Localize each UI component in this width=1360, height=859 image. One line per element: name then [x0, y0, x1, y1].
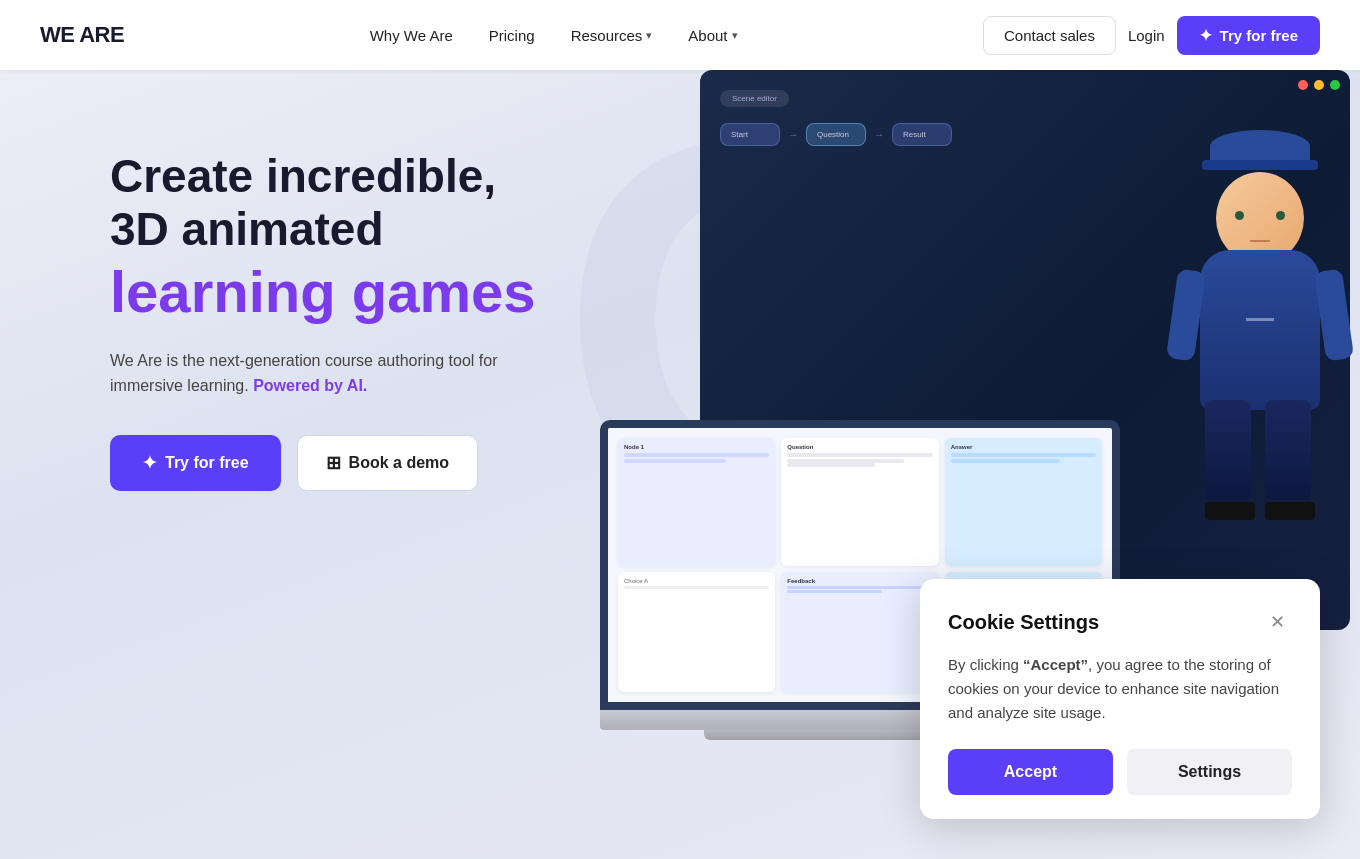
logo[interactable]: WE ARe — [40, 22, 124, 48]
canvas-card: Answer — [945, 438, 1102, 566]
nav-links: Why We Are Pricing Resources ▾ About ▾ — [370, 27, 738, 44]
flow-node: Start — [720, 123, 780, 146]
contact-sales-button[interactable]: Contact sales — [983, 16, 1116, 55]
hero-title-line2: learning games — [110, 260, 560, 324]
chevron-down-icon: ▾ — [732, 29, 738, 42]
cookie-body: By clicking “Accept”, you agree to the s… — [948, 653, 1292, 725]
hero-content: Create incredible, 3D animated learning … — [0, 70, 560, 531]
cookie-header: Cookie Settings ✕ — [948, 607, 1292, 637]
settings-button[interactable]: Settings — [1127, 749, 1292, 795]
sparkle-icon: ✦ — [142, 452, 157, 474]
screen-tag: Scene editor — [720, 90, 789, 107]
login-button[interactable]: Login — [1128, 27, 1165, 44]
hero-description: We Are is the next-generation course aut… — [110, 348, 560, 399]
nav-link-why[interactable]: Why We Are — [370, 27, 453, 44]
navbar: WE ARe Why We Are Pricing Resources ▾ Ab… — [0, 0, 1360, 70]
nav-link-about[interactable]: About ▾ — [688, 27, 737, 44]
hero-buttons: ✦ Try for free ⊞ Book a demo — [110, 435, 560, 491]
flow-node: Question — [806, 123, 866, 146]
calendar-icon: ⊞ — [326, 452, 341, 474]
cookie-banner: Cookie Settings ✕ By clicking “Accept”, … — [920, 579, 1320, 819]
canvas-card: Choice A — [618, 572, 775, 692]
hero-try-button[interactable]: ✦ Try for free — [110, 435, 281, 491]
chevron-down-icon: ▾ — [646, 29, 652, 42]
arrow-icon: → — [874, 123, 884, 146]
cookie-close-button[interactable]: ✕ — [1262, 607, 1292, 637]
arrow-icon: → — [788, 123, 798, 146]
cookie-buttons: Accept Settings — [948, 749, 1292, 795]
nav-link-resources[interactable]: Resources ▾ — [571, 27, 653, 44]
cookie-title: Cookie Settings — [948, 611, 1099, 634]
nav-link-pricing[interactable]: Pricing — [489, 27, 535, 44]
accept-button[interactable]: Accept — [948, 749, 1113, 795]
hero-demo-button[interactable]: ⊞ Book a demo — [297, 435, 478, 491]
flow-node: Result — [892, 123, 952, 146]
sparkle-icon: ✦ — [1199, 26, 1212, 45]
canvas-card: Feedback — [781, 572, 938, 692]
nav-actions: Contact sales Login ✦ Try for free — [983, 16, 1320, 55]
hero-title-line1: Create incredible, 3D animated — [110, 150, 560, 256]
3d-character — [1140, 90, 1360, 630]
canvas-card: Node 1 — [618, 438, 775, 566]
canvas-card: Question — [781, 438, 938, 566]
try-for-free-button[interactable]: ✦ Try for free — [1177, 16, 1320, 55]
